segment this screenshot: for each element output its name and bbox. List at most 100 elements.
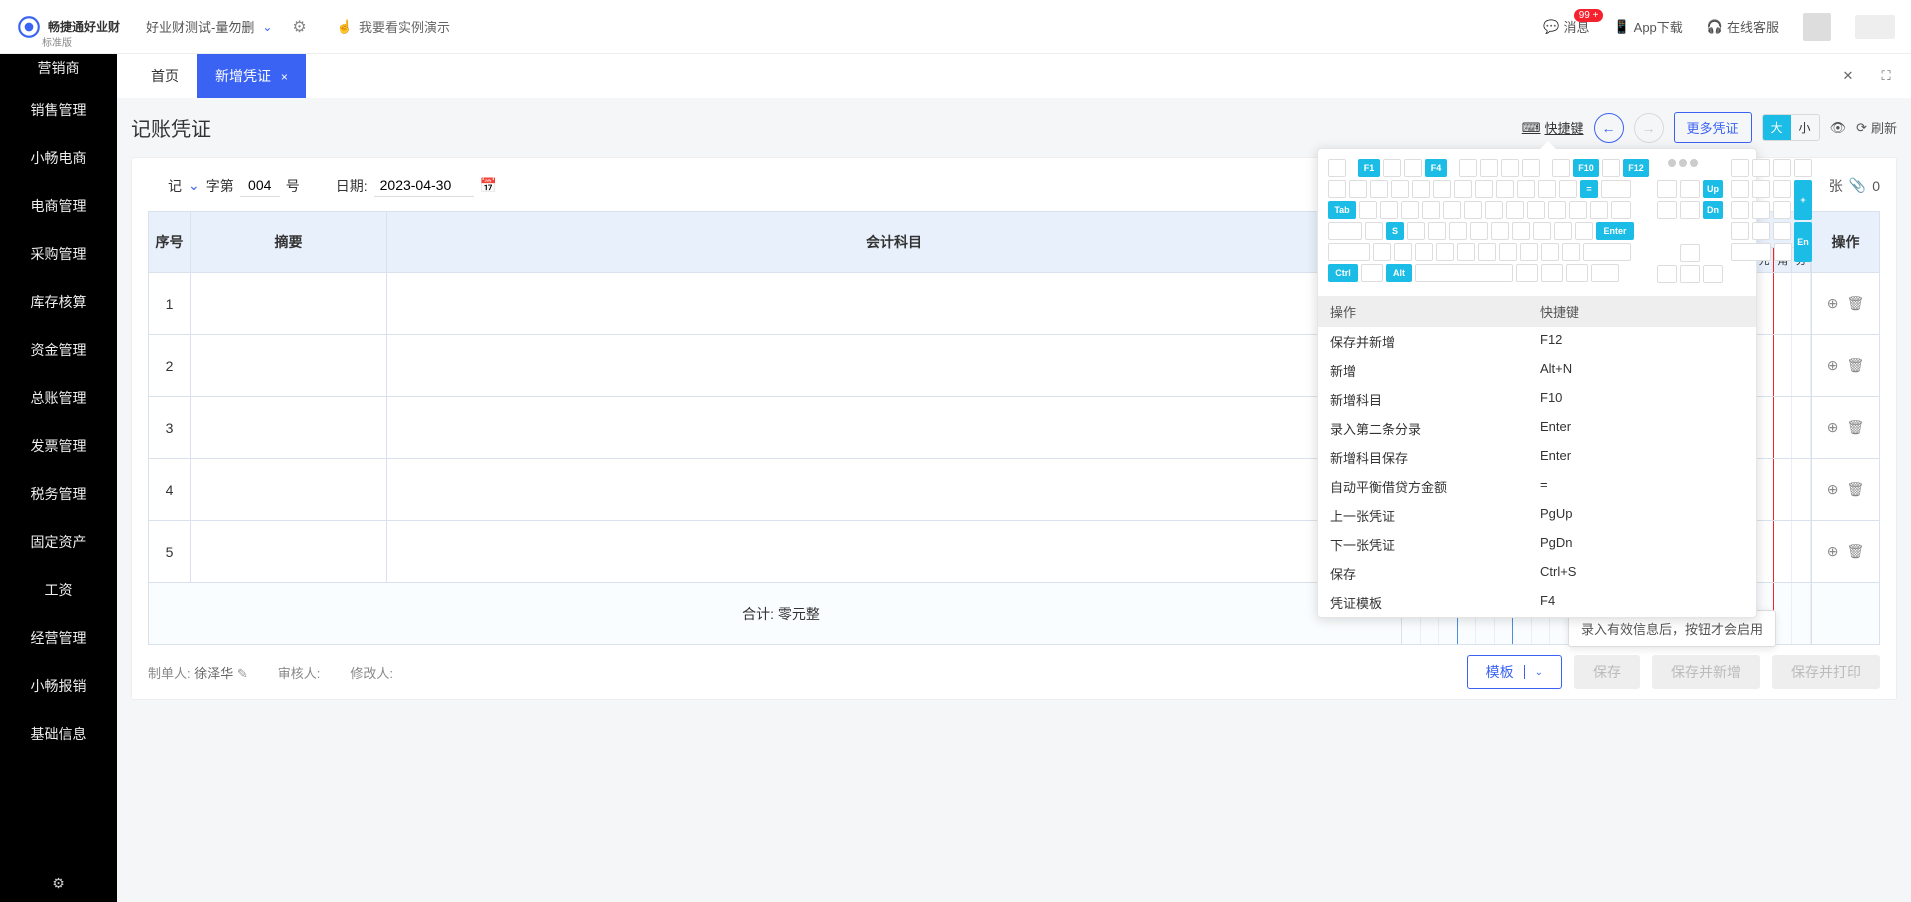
edit-icon[interactable]: ✎ [237, 666, 248, 681]
refresh-label: 刷新 [1871, 118, 1897, 137]
project-selector[interactable]: 好业财测试-量勿删 ⌄ [146, 17, 272, 36]
settings-gear-icon[interactable]: ⚙ [292, 17, 306, 37]
subject-cell[interactable] [387, 273, 1402, 335]
sidebar-item-9[interactable]: 税务管理 [0, 470, 117, 518]
service-label: 在线客服 [1727, 17, 1779, 36]
close-icon[interactable]: × [281, 70, 288, 84]
hand-icon: ☝ [337, 19, 353, 35]
sidebar-item-12[interactable]: 经营管理 [0, 614, 117, 662]
delete-row-icon[interactable]: 🗑 [1846, 357, 1864, 374]
user-info[interactable] [1855, 15, 1895, 39]
shortcut-row: 新增科目F10 [1318, 385, 1756, 414]
modifier-label: 修改人: [350, 666, 393, 681]
refresh-button[interactable]: ⟳ 刷新 [1856, 118, 1897, 137]
main-area: 首页 新增凭证 × ✕ ⛶ 记账凭证 ⌨ 快捷键 ← → [117, 54, 1911, 902]
summary-cell[interactable] [191, 397, 387, 459]
shortcut-row: 新增科目保存Enter [1318, 443, 1756, 472]
shortcut-popover: F1 F4 F10 F12 [1317, 148, 1757, 618]
next-voucher-button[interactable]: → [1634, 113, 1664, 143]
subject-cell[interactable] [387, 397, 1402, 459]
view-toggle-icon[interactable]: 👁 [1830, 120, 1847, 136]
sidebar-item-14[interactable]: 基础信息 [0, 710, 117, 758]
fullscreen-icon[interactable]: ⛶ [1871, 61, 1901, 91]
sidebar-item-2[interactable]: 小畅电商 [0, 134, 117, 182]
add-row-icon[interactable]: ⊕ [1827, 543, 1839, 560]
delete-row-icon[interactable]: 🗑 [1846, 419, 1864, 436]
delete-row-icon[interactable]: 🗑 [1846, 295, 1864, 312]
sidebar-item-7[interactable]: 总账管理 [0, 374, 117, 422]
shortcut-op: 凭证模板 [1330, 593, 1540, 612]
sidebar-item-5[interactable]: 库存核算 [0, 278, 117, 326]
size-big[interactable]: 大 [1763, 115, 1791, 140]
demo-link[interactable]: ☝ 我要看实例演示 [337, 17, 450, 36]
key-f1: F1 [1358, 159, 1380, 177]
tab-close-all-icon[interactable]: ✕ [1833, 61, 1863, 91]
row-idx: 4 [149, 459, 191, 521]
more-vouchers-button[interactable]: 更多凭证 [1674, 112, 1752, 143]
key-f4: F4 [1425, 159, 1447, 177]
prev-voucher-button[interactable]: ← [1594, 113, 1624, 143]
row-idx: 1 [149, 273, 191, 335]
key-enter: Enter [1596, 222, 1634, 240]
summary-cell[interactable] [191, 459, 387, 521]
project-name: 好业财测试-量勿删 [146, 17, 254, 36]
add-row-icon[interactable]: ⊕ [1827, 295, 1839, 312]
summary-cell[interactable] [191, 273, 387, 335]
app-download-button[interactable]: 📱 App下载 [1613, 17, 1682, 36]
phone-icon: 📱 [1613, 19, 1629, 35]
hdr-summary: 摘要 [191, 212, 387, 273]
date-input[interactable] [374, 174, 474, 197]
total-ops [1812, 583, 1880, 645]
sidebar-item-6[interactable]: 资金管理 [0, 326, 117, 374]
calendar-icon[interactable]: 📅 [480, 177, 497, 194]
size-small[interactable]: 小 [1791, 115, 1819, 140]
shortcut-row: 录入第二条分录Enter [1318, 414, 1756, 443]
sidebar-item-8[interactable]: 发票管理 [0, 422, 117, 470]
sidebar-item-3[interactable]: 电商管理 [0, 182, 117, 230]
hdr-idx: 序号 [149, 212, 191, 273]
customer-service-button[interactable]: 🎧 在线客服 [1707, 17, 1779, 36]
messages-button[interactable]: 💬 消息 99 + [1543, 17, 1589, 36]
sidebar-item-11[interactable]: 工资 [0, 566, 117, 614]
add-row-icon[interactable]: ⊕ [1827, 481, 1839, 498]
sidebar-item-0[interactable]: 营销商 [0, 54, 117, 86]
avatar[interactable] [1803, 13, 1831, 41]
shortcut-key: Ctrl+S [1540, 564, 1744, 583]
chevron-down-icon[interactable]: ⌄ [188, 177, 200, 194]
attachment-icon[interactable]: 📎 [1849, 177, 1866, 194]
shortcut-op: 保存 [1330, 564, 1540, 583]
shortcut-op: 新增科目保存 [1330, 448, 1540, 467]
sidebar-item-10[interactable]: 固定资产 [0, 518, 117, 566]
template-button[interactable]: 模板 ⌄ [1467, 655, 1562, 689]
page-title: 记账凭证 [131, 113, 211, 142]
sidebar-item-4[interactable]: 采购管理 [0, 230, 117, 278]
add-row-icon[interactable]: ⊕ [1827, 419, 1839, 436]
date-label: 日期: [336, 176, 368, 196]
subject-cell[interactable] [387, 521, 1402, 583]
top-header: 畅捷通好业财 标准版 好业财测试-量勿删 ⌄ ⚙ ☝ 我要看实例演示 💬 消息 … [0, 0, 1911, 54]
shortcut-key: Enter [1540, 419, 1744, 438]
summary-cell[interactable] [191, 521, 387, 583]
subject-cell[interactable] [387, 459, 1402, 521]
sidebar-item-1[interactable]: 销售管理 [0, 86, 117, 134]
key-eq: = [1580, 180, 1598, 198]
header-right: 💬 消息 99 + 📱 App下载 🎧 在线客服 [1543, 13, 1895, 41]
logo-text: 畅捷通好业财 [48, 18, 120, 35]
add-row-icon[interactable]: ⊕ [1827, 357, 1839, 374]
delete-row-icon[interactable]: 🗑 [1846, 481, 1864, 498]
sidebar-item-13[interactable]: 小畅报销 [0, 662, 117, 710]
subject-cell[interactable] [387, 335, 1402, 397]
modifier-field: 修改人: [350, 663, 393, 682]
save-new-button: 保存并新增 [1652, 655, 1760, 689]
row-idx: 3 [149, 397, 191, 459]
tab-new-voucher[interactable]: 新增凭证 × [197, 54, 306, 98]
tab-home[interactable]: 首页 [133, 54, 197, 98]
shortcut-button[interactable]: ⌨ 快捷键 [1522, 118, 1584, 137]
summary-cell[interactable] [191, 335, 387, 397]
voucher-type[interactable]: 记 [168, 176, 182, 196]
delete-row-icon[interactable]: 🗑 [1846, 543, 1864, 560]
voucher-number-input[interactable] [240, 174, 280, 197]
sidebar-settings-icon[interactable]: ⚙ [0, 865, 117, 902]
keyboard-icon: ⌨ [1522, 120, 1541, 136]
key-plus: + [1794, 180, 1812, 220]
